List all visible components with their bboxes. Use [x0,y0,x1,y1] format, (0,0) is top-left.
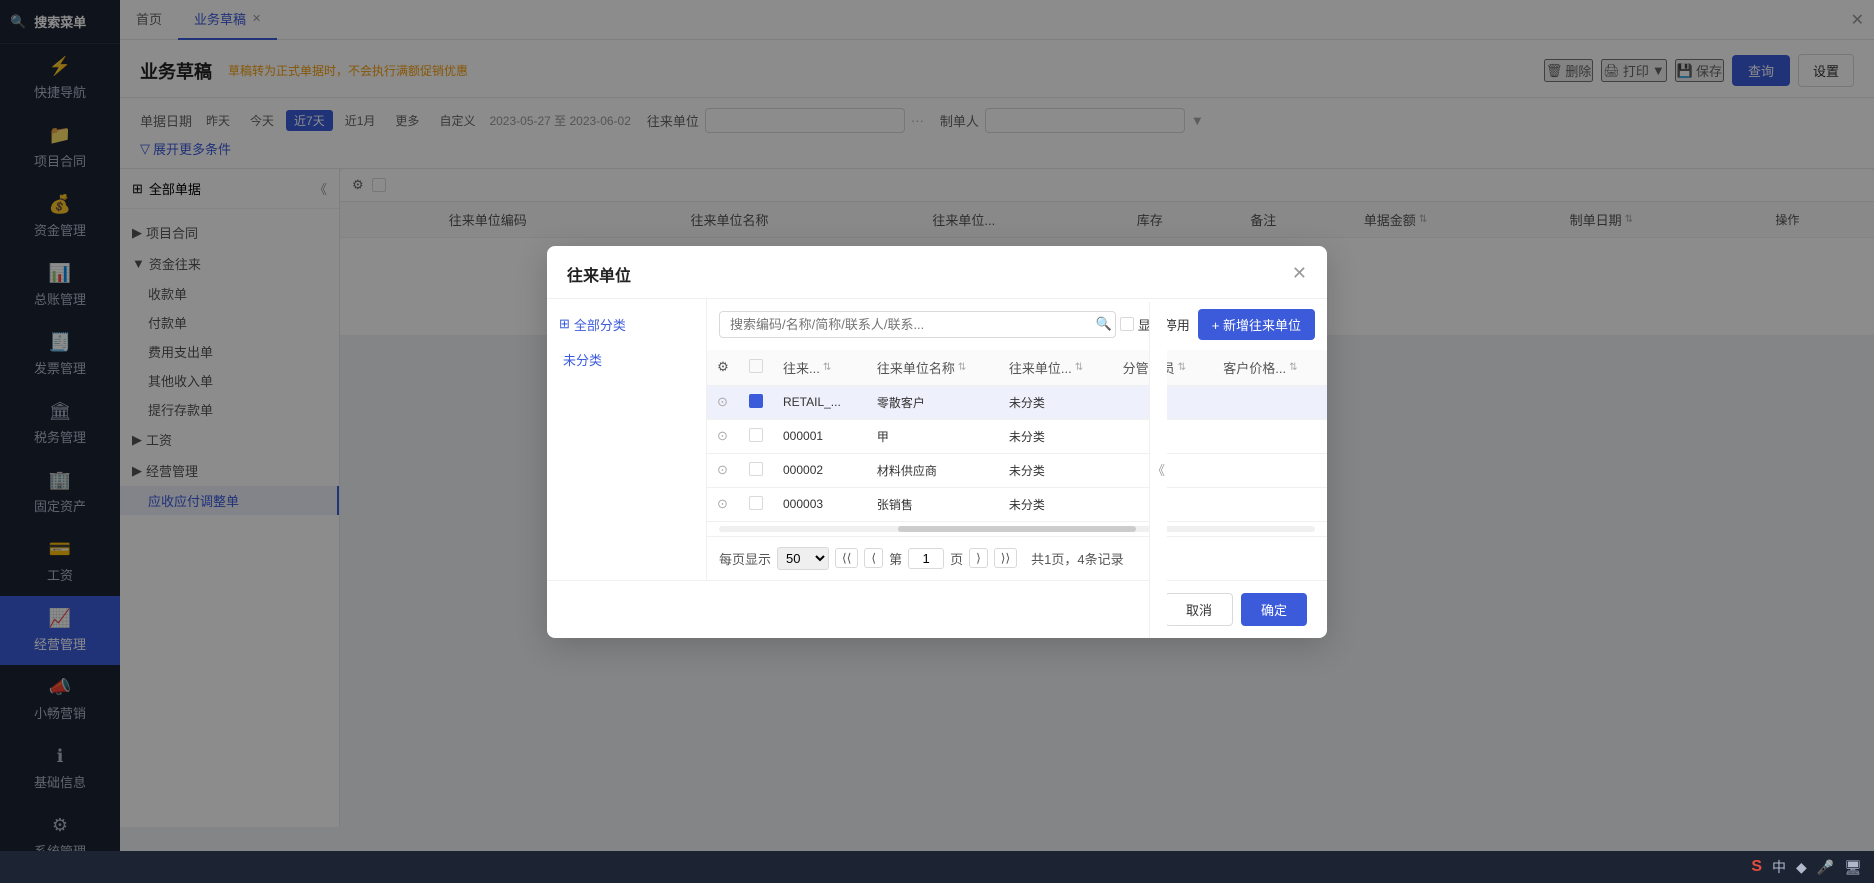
category-header-label: 全部分类 [574,315,626,334]
page-unit-label: 页 [950,549,963,568]
page-label: 第 [889,549,902,568]
page-number-input[interactable] [908,548,944,569]
modal-table-area: 🔍 显示停用 + 新增往来单位 ⚙ 往来...⇅ [707,299,1327,580]
row-code: 000002 [773,453,867,487]
modal-table-row[interactable]: ⊙ RETAIL_... 零散客户 未分类 [707,385,1327,419]
row-price [1213,453,1327,487]
bottom-icon-zh[interactable]: 中 [1772,857,1786,877]
row-checkbox[interactable] [739,385,773,419]
modal-search-bar: 🔍 显示停用 + 新增往来单位 [707,309,1327,350]
modal-overlay[interactable]: 往来单位 ✕ ⊞ 全部分类 未分类 《 🔍 [0,0,1874,883]
modal-col-code[interactable]: 往来...⇅ [773,350,867,386]
modal-header: 往来单位 ✕ [547,246,1327,299]
category-collapse-btn[interactable]: 《 [1149,302,1167,580]
row-name: 张销售 [867,487,999,521]
row-settings-icon: ⊙ [707,385,739,419]
modal-close-btn[interactable]: ✕ [1292,263,1307,284]
modal-table-row[interactable]: ⊙ 000001 甲 未分类 [707,419,1327,453]
row-code: 000003 [773,487,867,521]
row-category: 未分类 [999,487,1113,521]
bottom-icon-monitor[interactable]: 🖥 [1844,859,1862,876]
category-item-uncategorized[interactable]: 未分类 [547,342,706,377]
modal-footer: 取消 确定 [547,580,1327,638]
bottom-icon-mic[interactable]: 🎤 [1817,859,1834,876]
row-code: 000001 [773,419,867,453]
partner-search-input[interactable] [719,311,1116,338]
row-select-checkbox[interactable] [749,496,763,510]
modal-col-checkbox [739,350,773,386]
bottom-bar: S 中 ◆ 🎤 🖥 [0,851,1874,883]
modal-pagination: 每页显示 50 100 200 ⟨⟨ ⟨ 第 页 ⟩ ⟩⟩ 共1页，4条记录 [707,536,1327,580]
row-select-checkbox[interactable] [749,394,763,408]
page-prev-btn[interactable]: ⟨ [864,548,883,568]
row-settings-icon: ⊙ [707,419,739,453]
cancel-btn[interactable]: 取消 [1165,593,1233,626]
modal-table-row[interactable]: ⊙ 000002 材料供应商 未分类 [707,453,1327,487]
row-checkbox[interactable] [739,419,773,453]
total-info: 共1页，4条记录 [1031,549,1123,568]
per-page-select[interactable]: 50 100 200 [777,547,829,570]
page-last-btn[interactable]: ⟩⟩ [994,548,1017,568]
partner-modal: 往来单位 ✕ ⊞ 全部分类 未分类 《 🔍 [547,246,1327,638]
row-category: 未分类 [999,419,1113,453]
row-name: 甲 [867,419,999,453]
row-checkbox[interactable] [739,453,773,487]
modal-body: ⊞ 全部分类 未分类 《 🔍 显示停用 + 新增往来单位 [547,299,1327,580]
modal-col-category[interactable]: 往来单位...⇅ [999,350,1113,386]
row-category: 未分类 [999,453,1113,487]
page-first-btn[interactable]: ⟨⟨ [835,548,858,568]
modal-search-icon[interactable]: 🔍 [1096,316,1112,332]
modal-partner-table: ⚙ 往来...⇅ 往来单位名称⇅ 往来单位...⇅ 分管人员⇅ 客户价格...⇅… [707,350,1327,522]
per-page-label: 每页显示 [719,549,771,568]
confirm-btn[interactable]: 确定 [1241,593,1307,626]
row-select-checkbox[interactable] [749,428,763,442]
settings-icon[interactable]: ⚙ [717,359,729,374]
row-price [1213,487,1327,521]
row-name: 材料供应商 [867,453,999,487]
bottom-icon-s[interactable]: S [1751,858,1762,876]
category-sidebar: ⊞ 全部分类 未分类 《 [547,299,707,580]
row-price [1213,385,1327,419]
modal-select-all[interactable] [749,359,763,373]
show-disabled-checkbox[interactable] [1120,317,1134,331]
add-partner-btn[interactable]: + 新增往来单位 [1198,309,1315,340]
modal-col-name[interactable]: 往来单位名称⇅ [867,350,999,386]
grid-icon-cat: ⊞ [559,316,570,332]
category-header: ⊞ 全部分类 [547,307,706,342]
modal-table-wrap: ⚙ 往来...⇅ 往来单位名称⇅ 往来单位...⇅ 分管人员⇅ 客户价格...⇅… [707,350,1327,522]
row-category: 未分类 [999,385,1113,419]
modal-scrollbar[interactable] [719,526,1315,532]
page-next-btn[interactable]: ⟩ [969,548,988,568]
row-settings-icon: ⊙ [707,487,739,521]
modal-col-settings: ⚙ [707,350,739,386]
row-name: 零散客户 [867,385,999,419]
modal-title: 往来单位 [567,262,631,286]
row-select-checkbox[interactable] [749,462,763,476]
bottom-icon-diamond[interactable]: ◆ [1796,859,1807,876]
row-settings-icon: ⊙ [707,453,739,487]
row-checkbox[interactable] [739,487,773,521]
row-price [1213,419,1327,453]
modal-table-row[interactable]: ⊙ 000003 张销售 未分类 [707,487,1327,521]
modal-scrollbar-thumb [898,526,1136,532]
row-code: RETAIL_... [773,385,867,419]
modal-col-price[interactable]: 客户价格...⇅ [1213,350,1327,386]
